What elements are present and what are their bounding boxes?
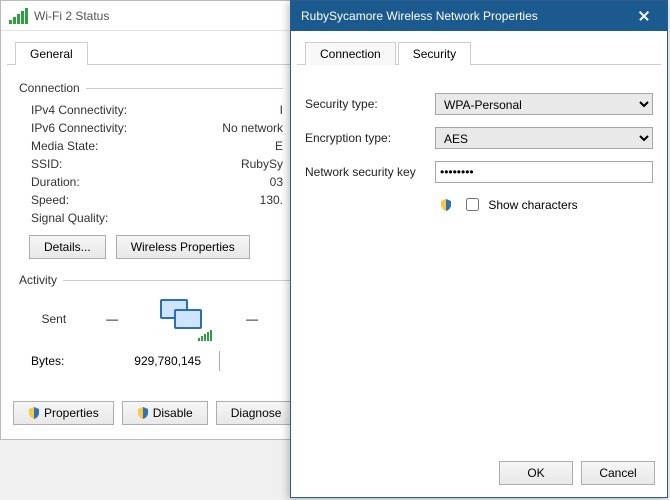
row-ipv4: IPv4 Connectivity: I <box>17 101 283 119</box>
connection-group: Connection IPv4 Connectivity: I IPv6 Con… <box>17 81 283 263</box>
props-footer-buttons: OK Cancel <box>499 461 655 485</box>
wifi-status-window: Wi-Fi 2 Status General Connection IPv4 C… <box>0 0 300 440</box>
ssid-label: SSID: <box>31 157 62 171</box>
dash1: — <box>106 312 118 326</box>
security-type-label: Security type: <box>305 97 435 111</box>
properties-button[interactable]: Properties <box>13 401 114 425</box>
ipv6-label: IPv6 Connectivity: <box>31 121 127 135</box>
row-network-key: Network security key <box>305 161 653 183</box>
tab-security[interactable]: Security <box>398 42 471 65</box>
row-signal: Signal Quality: <box>17 209 283 227</box>
speed-label: Speed: <box>31 193 69 207</box>
close-icon <box>638 10 650 22</box>
row-security-type: Security type: WPA-Personal <box>305 93 653 115</box>
media-label: Media State: <box>31 139 98 153</box>
tab-general[interactable]: General <box>15 42 88 65</box>
connection-buttons: Details... Wireless Properties <box>29 235 283 259</box>
row-encryption-type: Encryption type: AES <box>305 127 653 149</box>
props-titlebar: RubySycamore Wireless Network Properties <box>291 1 667 31</box>
bytes-sent: 929,780,145 <box>101 354 201 368</box>
shield-icon <box>137 407 149 419</box>
shield-icon <box>440 199 452 211</box>
wifi-signal-icon <box>9 8 28 24</box>
props-title: RubySycamore Wireless Network Properties <box>301 9 538 23</box>
ssid-value: RubySy <box>241 157 283 171</box>
show-characters-label: Show characters <box>488 198 577 212</box>
ipv4-label: IPv4 Connectivity: <box>31 103 127 117</box>
close-button[interactable] <box>621 1 667 31</box>
status-titlebar: Wi-Fi 2 Status <box>1 1 299 31</box>
bytes-label: Bytes: <box>31 354 101 368</box>
diagnose-button[interactable]: Diagnose <box>216 401 297 425</box>
props-tabs: Connection Security <box>297 35 661 65</box>
duration-value: 03 <box>270 175 283 189</box>
encryption-type-select[interactable]: AES <box>435 127 653 149</box>
disable-label: Disable <box>153 406 193 420</box>
activity-legend: Activity <box>17 273 63 287</box>
status-title: Wi-Fi 2 Status <box>34 9 109 23</box>
sent-label: Sent <box>41 312 66 326</box>
bytes-separator <box>219 351 220 371</box>
wireless-properties-button[interactable]: Wireless Properties <box>116 235 250 259</box>
row-ssid: SSID: RubySy <box>17 155 283 173</box>
media-value: E <box>275 139 283 153</box>
network-key-input[interactable] <box>435 161 653 183</box>
signal-label: Signal Quality: <box>31 211 108 225</box>
network-computers-icon <box>158 299 206 339</box>
cancel-button[interactable]: Cancel <box>581 461 655 485</box>
details-button[interactable]: Details... <box>29 235 106 259</box>
encryption-type-label: Encryption type: <box>305 131 435 145</box>
properties-label: Properties <box>44 406 99 420</box>
shield-icon <box>28 407 40 419</box>
props-body: Security type: WPA-Personal Encryption t… <box>291 65 667 224</box>
security-form: Security type: WPA-Personal Encryption t… <box>305 93 653 214</box>
show-characters-checkbox[interactable] <box>466 198 479 211</box>
ipv6-value: No network <box>222 121 283 135</box>
speed-value: 130. <box>260 193 283 207</box>
row-ipv6: IPv6 Connectivity: No network <box>17 119 283 137</box>
row-duration: Duration: 03 <box>17 173 283 191</box>
network-key-label: Network security key <box>305 165 435 179</box>
status-tabs: General <box>7 35 293 65</box>
ipv4-value: I <box>280 103 283 117</box>
status-body: Connection IPv4 Connectivity: I IPv6 Con… <box>1 65 299 397</box>
duration-label: Duration: <box>31 175 80 189</box>
status-footer-buttons: Properties Disable Diagnose <box>13 401 296 425</box>
wireless-properties-dialog: RubySycamore Wireless Network Properties… <box>290 0 668 498</box>
disable-button[interactable]: Disable <box>122 401 208 425</box>
tab-connection[interactable]: Connection <box>305 42 396 65</box>
dash2: — <box>246 312 258 326</box>
row-media: Media State: E <box>17 137 283 155</box>
show-characters-row: Show characters <box>365 195 653 214</box>
ok-button[interactable]: OK <box>499 461 573 485</box>
row-speed: Speed: 130. <box>17 191 283 209</box>
security-type-select[interactable]: WPA-Personal <box>435 93 653 115</box>
connection-legend: Connection <box>17 81 86 95</box>
